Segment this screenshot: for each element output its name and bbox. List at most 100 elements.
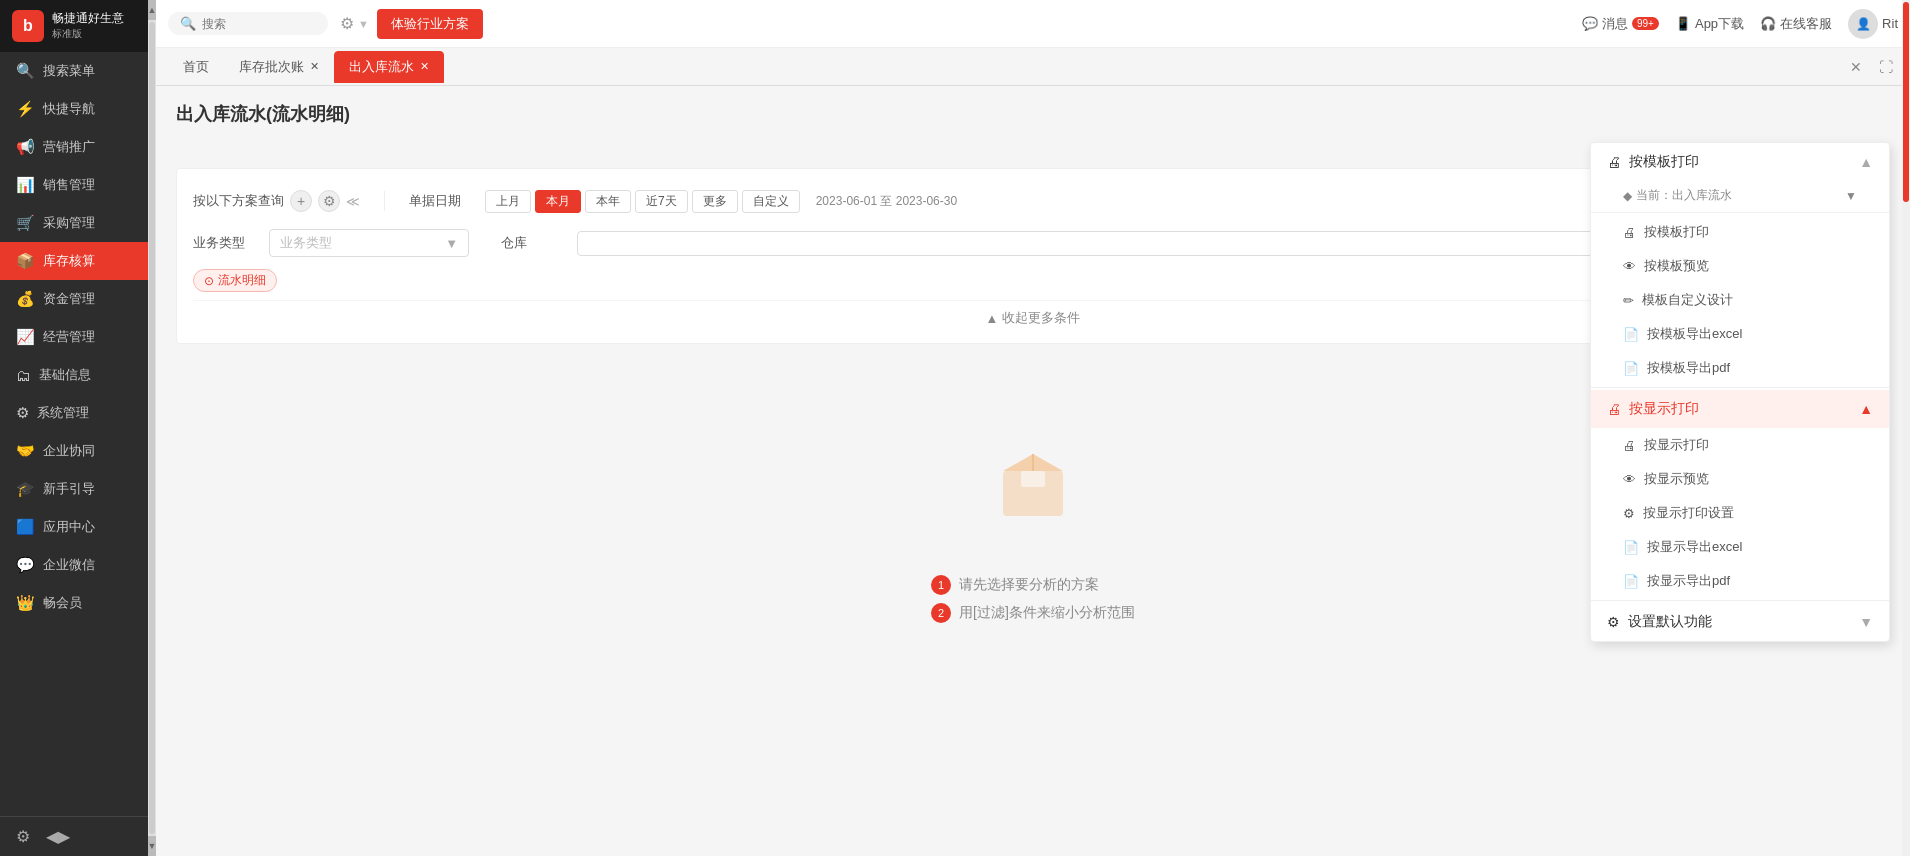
dropdown-header-arrow: ▲ bbox=[1859, 154, 1873, 170]
display-setting-icon: ⚙ bbox=[1623, 506, 1635, 521]
tabbar: 首页 库存批次账 ✕ 出入库流水 ✕ ✕ ⛶ bbox=[156, 48, 1910, 86]
empty-step-1: 1 请先选择要分析的方案 bbox=[931, 571, 1135, 599]
app-download-btn[interactable]: 📱 App下载 bbox=[1675, 15, 1744, 33]
template-preview-item[interactable]: 👁 按模板预览 bbox=[1591, 249, 1889, 283]
main-area: 🔍 ⚙ ▼ 体验行业方案 💬 消息 99+ 📱 App下载 🎧 在线客服 bbox=[156, 0, 1910, 856]
display-print-item[interactable]: 🖨 按显示打印 bbox=[1591, 428, 1889, 462]
operations-icon: 📈 bbox=[16, 328, 35, 346]
filter-collapse-icon[interactable]: ≪ bbox=[346, 194, 360, 209]
sidebar-item-search[interactable]: 🔍 搜索菜单 bbox=[0, 52, 148, 90]
app-name: 畅捷通好生意 bbox=[52, 11, 124, 27]
separator-3 bbox=[1591, 600, 1889, 601]
date-tag-last-month[interactable]: 上月 bbox=[485, 190, 531, 213]
sidebar-item-base-info[interactable]: 🗂 基础信息 bbox=[0, 356, 148, 394]
display-print-setting-item[interactable]: ⚙ 按显示打印设置 bbox=[1591, 496, 1889, 530]
date-tag-custom[interactable]: 自定义 bbox=[742, 190, 800, 213]
type-label: 业务类型 bbox=[193, 234, 253, 252]
empty-state-icon bbox=[983, 436, 1083, 555]
business-type-arrow: ▼ bbox=[445, 236, 458, 251]
display-print-section-header[interactable]: 🖨 按显示打印 ▲ bbox=[1591, 390, 1889, 428]
user-profile-btn[interactable]: 👤 Rit bbox=[1848, 9, 1898, 39]
sidebar-scroll-down[interactable]: ▼ bbox=[148, 836, 156, 856]
sidebar-item-sales[interactable]: 📊 销售管理 bbox=[0, 166, 148, 204]
messages-btn[interactable]: 💬 消息 99+ bbox=[1582, 15, 1659, 33]
date-label: 单据日期 bbox=[409, 192, 469, 210]
sidebar-item-guide[interactable]: 🎓 新手引导 bbox=[0, 470, 148, 508]
empty-steps: 1 请先选择要分析的方案 2 用[过滤]条件来缩小分析范围 bbox=[931, 571, 1135, 627]
date-tag-group: 上月 本月 本年 近7天 更多 自定义 bbox=[485, 190, 800, 213]
display-print-arrow: ▲ bbox=[1859, 401, 1873, 417]
tab-expand-btn[interactable]: ⛶ bbox=[1874, 55, 1898, 79]
headset-icon: 🎧 bbox=[1760, 16, 1776, 31]
sidebar-logo: b 畅捷通好生意 标准版 bbox=[0, 0, 148, 52]
finance-icon: 💰 bbox=[16, 290, 35, 308]
filter-label: 按以下方案查询 bbox=[193, 192, 284, 210]
sidebar-scroll-thumb[interactable] bbox=[149, 22, 155, 834]
sidebar-item-inventory[interactable]: 📦 库存核算 bbox=[0, 242, 148, 280]
tab-home[interactable]: 首页 bbox=[168, 51, 224, 83]
set-default-section-header[interactable]: ⚙ 设置默认功能 ▼ bbox=[1591, 603, 1889, 641]
messages-badge: 99+ bbox=[1632, 17, 1659, 30]
separator-2 bbox=[1591, 387, 1889, 388]
sidebar-item-purchase[interactable]: 🛒 采购管理 bbox=[0, 204, 148, 242]
sidebar-item-system[interactable]: ⚙ 系统管理 bbox=[0, 394, 148, 432]
app-version: 标准版 bbox=[52, 27, 124, 41]
date-tag-this-year[interactable]: 本年 bbox=[585, 190, 631, 213]
filter-add-btn[interactable]: + bbox=[290, 190, 312, 212]
online-service-btn[interactable]: 🎧 在线客服 bbox=[1760, 15, 1832, 33]
collapse-btn[interactable]: ▲ 收起更多条件 bbox=[986, 309, 1081, 327]
topbar-gear-icon[interactable]: ⚙ bbox=[340, 14, 354, 33]
business-type-select[interactable]: 业务类型 ▼ bbox=[269, 229, 469, 257]
date-tag-7days[interactable]: 近7天 bbox=[635, 190, 688, 213]
trial-button[interactable]: 体验行业方案 bbox=[377, 9, 483, 39]
sidebar-item-quick-nav[interactable]: ⚡ 快捷导航 bbox=[0, 90, 148, 128]
display-pdf-item[interactable]: 📄 按显示导出pdf bbox=[1591, 564, 1889, 598]
tab-inout-flow-close[interactable]: ✕ bbox=[420, 60, 429, 73]
svg-rect-2 bbox=[1021, 471, 1045, 487]
sidebar-item-finance[interactable]: 💰 资金管理 bbox=[0, 280, 148, 318]
action-toolbar: 🖨 按模板打印 ▲ ⬆ 导出 🔄 刷新 🖨 按模板打印 ▲ bbox=[176, 142, 1890, 160]
template-excel-item[interactable]: 📄 按模板导出excel bbox=[1591, 317, 1889, 351]
sidebar-footer: ⚙ ◀▶ bbox=[0, 816, 148, 856]
template-print-icon: 🖨 bbox=[1623, 225, 1636, 240]
sidebar-scrollbar: ▲ ▼ bbox=[148, 0, 156, 856]
sidebar-item-app-center[interactable]: 🟦 应用中心 bbox=[0, 508, 148, 546]
filter-settings-btn[interactable]: ⚙ bbox=[318, 190, 340, 212]
right-scrollbar bbox=[1902, 0, 1910, 856]
guide-icon: 🎓 bbox=[16, 480, 35, 498]
sidebar-item-collab[interactable]: 🤝 企业协同 bbox=[0, 432, 148, 470]
template-excel-icon: 📄 bbox=[1623, 327, 1639, 342]
date-tag-more[interactable]: 更多 bbox=[692, 190, 738, 213]
template-pdf-item[interactable]: 📄 按模板导出pdf bbox=[1591, 351, 1889, 385]
tab-close-all-btn[interactable]: ✕ bbox=[1844, 55, 1868, 79]
template-pdf-icon: 📄 bbox=[1623, 361, 1639, 376]
search-tag-icon: ⊙ bbox=[204, 274, 214, 288]
sidebar-settings-btn[interactable]: ⚙ bbox=[16, 827, 30, 846]
display-print-item-icon: 🖨 bbox=[1623, 438, 1636, 453]
tab-batch-account-close[interactable]: ✕ bbox=[310, 60, 319, 73]
sidebar-item-vip[interactable]: 👑 畅会员 bbox=[0, 584, 148, 622]
topbar-right: 💬 消息 99+ 📱 App下载 🎧 在线客服 👤 Rit bbox=[1582, 9, 1898, 39]
template-custom-item[interactable]: ✏ 模板自定义设计 bbox=[1591, 283, 1889, 317]
date-tag-this-month[interactable]: 本月 bbox=[535, 190, 581, 213]
sidebar-item-operations[interactable]: 📈 经营管理 bbox=[0, 318, 148, 356]
template-print-item[interactable]: 🖨 按模板打印 bbox=[1591, 215, 1889, 249]
collab-icon: 🤝 bbox=[16, 442, 35, 460]
logo-icon: b bbox=[12, 10, 44, 42]
display-preview-icon: 👁 bbox=[1623, 472, 1636, 487]
filter-label-area: 按以下方案查询 + ⚙ ≪ bbox=[193, 190, 360, 212]
sidebar-item-marketing[interactable]: 📢 营销推广 bbox=[0, 128, 148, 166]
sidebar-nav: 🔍 搜索菜单 ⚡ 快捷导航 📢 营销推广 📊 销售管理 🛒 采购管理 📦 库存核… bbox=[0, 52, 148, 816]
display-print-icon: 🖨 bbox=[1607, 401, 1621, 417]
sidebar-scroll-up[interactable]: ▲ bbox=[148, 0, 156, 20]
sidebar-collapse-btn[interactable]: ◀▶ bbox=[46, 827, 70, 846]
inventory-icon: 📦 bbox=[16, 252, 35, 270]
tab-inout-flow[interactable]: 出入库流水 ✕ bbox=[334, 51, 444, 83]
tab-batch-account[interactable]: 库存批次账 ✕ bbox=[224, 51, 334, 83]
sidebar-item-wechat[interactable]: 💬 企业微信 bbox=[0, 546, 148, 584]
topbar-search-box[interactable]: 🔍 bbox=[168, 12, 328, 35]
right-scrollbar-thumb[interactable] bbox=[1903, 2, 1909, 202]
search-input[interactable] bbox=[202, 17, 312, 31]
display-excel-item[interactable]: 📄 按显示导出excel bbox=[1591, 530, 1889, 564]
display-preview-item[interactable]: 👁 按显示预览 bbox=[1591, 462, 1889, 496]
